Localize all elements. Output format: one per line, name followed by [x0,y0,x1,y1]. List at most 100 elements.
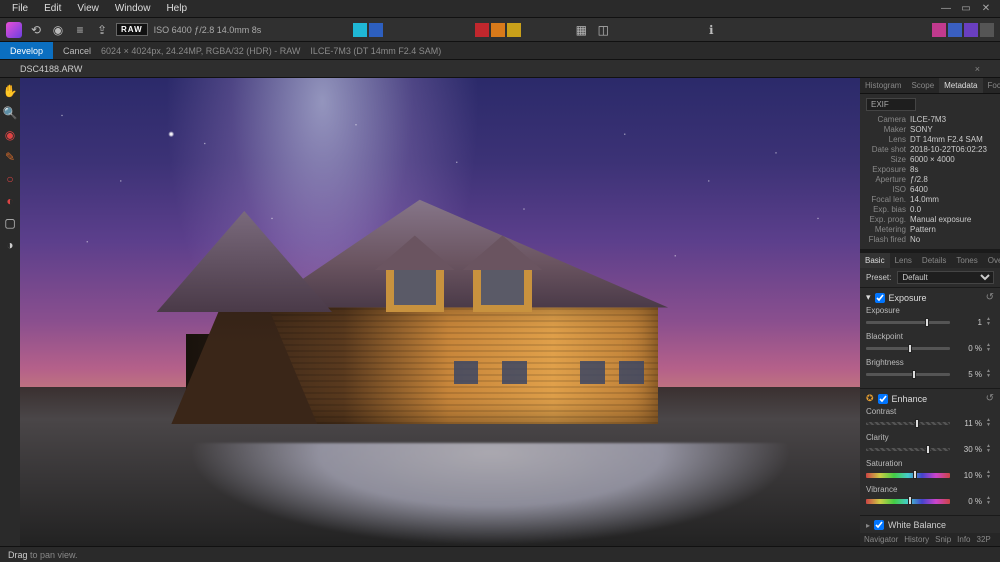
grid-icon[interactable]: ▦ [573,22,589,38]
slider-thumb[interactable] [925,318,929,327]
tab-focus[interactable]: Focus [983,78,1000,93]
tab-metadata[interactable]: Metadata [939,78,982,93]
redeye-tool[interactable]: ◉ [3,128,17,142]
slider-value[interactable]: 1 [954,318,982,327]
persona-group[interactable] [475,23,521,37]
close-icon[interactable]: ✕ [976,3,996,14]
slider-label: Vibrance [866,485,994,494]
slider-value[interactable]: 10 % [954,471,982,480]
split-view-group[interactable] [353,23,383,37]
wb-enable[interactable] [874,520,884,530]
menu-help[interactable]: Help [158,1,195,16]
spinner[interactable]: ▲▼ [986,444,994,454]
slider-thumb[interactable] [908,496,912,505]
slider-value[interactable]: 0 % [954,344,982,353]
collapse-icon[interactable]: ▾ [866,292,871,303]
slider-track[interactable] [866,373,950,376]
exif-dropdown[interactable]: EXIF [866,98,916,111]
back-icon[interactable]: ⟲ [28,22,44,38]
tab-snip[interactable]: Snip [935,535,951,544]
preset-label: Preset: [866,273,891,282]
slider-value[interactable]: 30 % [954,445,982,454]
tab-info[interactable]: Info [957,535,970,544]
top-toolbar: ⟲ ◉ ≡ ⇪ RAW ISO 6400 ƒ/2.8 14.0mm 8s ▦ ◫… [0,18,1000,42]
tab-scope[interactable]: Scope [906,78,939,93]
maximize-icon[interactable]: ▭ [956,3,976,14]
shot-info: ISO 6400 ƒ/2.8 14.0mm 8s [154,25,262,35]
overlay-tool[interactable]: ◐ [3,194,17,208]
tab-close-icon[interactable]: × [975,64,980,74]
slider-value[interactable]: 5 % [954,370,982,379]
reset-icon[interactable]: ↺ [986,292,994,303]
slider-thumb[interactable] [915,419,919,428]
blemish-tool[interactable]: ○ [3,172,17,186]
document-tab[interactable]: DSC4188.ARW × [0,60,1000,78]
exif-value: ƒ/2.8 [910,175,928,184]
exif-row: CameraILCE-7M3 [866,115,994,124]
tab-32p[interactable]: 32P [977,535,991,544]
reset-icon[interactable]: ↺ [986,393,994,404]
slider-contrast: Contrast11 %▲▼ [866,407,994,429]
slider-value[interactable]: 0 % [954,497,982,506]
slider-thumb[interactable] [926,445,930,454]
tab-lens[interactable]: Lens [890,253,917,268]
tab-histogram[interactable]: Histogram [860,78,906,93]
slider-thumb[interactable] [913,470,917,479]
develop-button[interactable]: Develop [0,42,53,59]
spinner[interactable]: ▲▼ [986,418,994,428]
hand-icon[interactable]: ≡ [72,22,88,38]
hand-tool[interactable]: ✋ [3,84,17,98]
tab-basic[interactable]: Basic [860,253,890,268]
exif-label: Exposure [866,165,910,174]
minimize-icon[interactable]: — [936,3,956,14]
spinner[interactable]: ▲▼ [986,369,994,379]
tab-tones[interactable]: Tones [951,253,982,268]
slider-track[interactable] [866,347,950,350]
info-icon[interactable]: ℹ [703,22,719,38]
cancel-button[interactable]: Cancel [63,46,91,56]
slider-thumb[interactable] [912,370,916,379]
spinner[interactable]: ▲▼ [986,343,994,353]
zoom-tool[interactable]: 🔍 [3,106,17,120]
slider-track[interactable] [866,321,950,324]
exif-value: 2018-10-22T06:02:23 [910,145,987,154]
exif-label: ISO [866,185,910,194]
slider-track[interactable] [866,473,950,478]
exif-value: Pattern [910,225,936,234]
preset-select[interactable]: Default [897,271,994,284]
exif-row: MakerSONY [866,125,994,134]
raw-badge: RAW [116,23,148,36]
tab-overlays[interactable]: Overlays [983,253,1000,268]
exif-row: Exp. bias0.0 [866,205,994,214]
tab-navigator[interactable]: Navigator [864,535,898,544]
spinner[interactable]: ▲▼ [986,470,994,480]
whitebalance-tool[interactable]: ◑ [3,238,17,252]
slider-track[interactable] [866,422,950,425]
menu-window[interactable]: Window [107,1,159,16]
exposure-enable[interactable] [875,293,885,303]
brush-tool[interactable]: ✎ [3,150,17,164]
section-exposure: ▾ Exposure ↺ Exposure1▲▼Blackpoint0 %▲▼B… [860,288,1000,389]
menu-edit[interactable]: Edit [36,1,69,16]
menu-file[interactable]: File [4,1,36,16]
exif-label: Focal len. [866,195,910,204]
tab-details[interactable]: Details [917,253,951,268]
slider-label: Clarity [866,433,994,442]
spinner[interactable]: ▲▼ [986,317,994,327]
crop-icon[interactable]: ◫ [595,22,611,38]
canvas[interactable] [20,78,860,546]
menu-view[interactable]: View [69,1,107,16]
section-whitebalance[interactable]: ▸ White Balance [860,516,1000,533]
colorwheel-icon[interactable]: ◉ [50,22,66,38]
enhance-enable[interactable] [878,394,888,404]
spinner[interactable]: ▲▼ [986,496,994,506]
studio-group[interactable] [932,23,994,37]
slider-value[interactable]: 11 % [954,419,982,428]
slider-track[interactable] [866,448,950,451]
tab-history[interactable]: History [904,535,929,544]
crop-tool[interactable]: ▢ [3,216,17,230]
slider-track[interactable] [866,499,950,504]
slider-thumb[interactable] [908,344,912,353]
share-icon[interactable]: ⇪ [94,22,110,38]
chevron-right-icon: ▸ [866,521,870,530]
